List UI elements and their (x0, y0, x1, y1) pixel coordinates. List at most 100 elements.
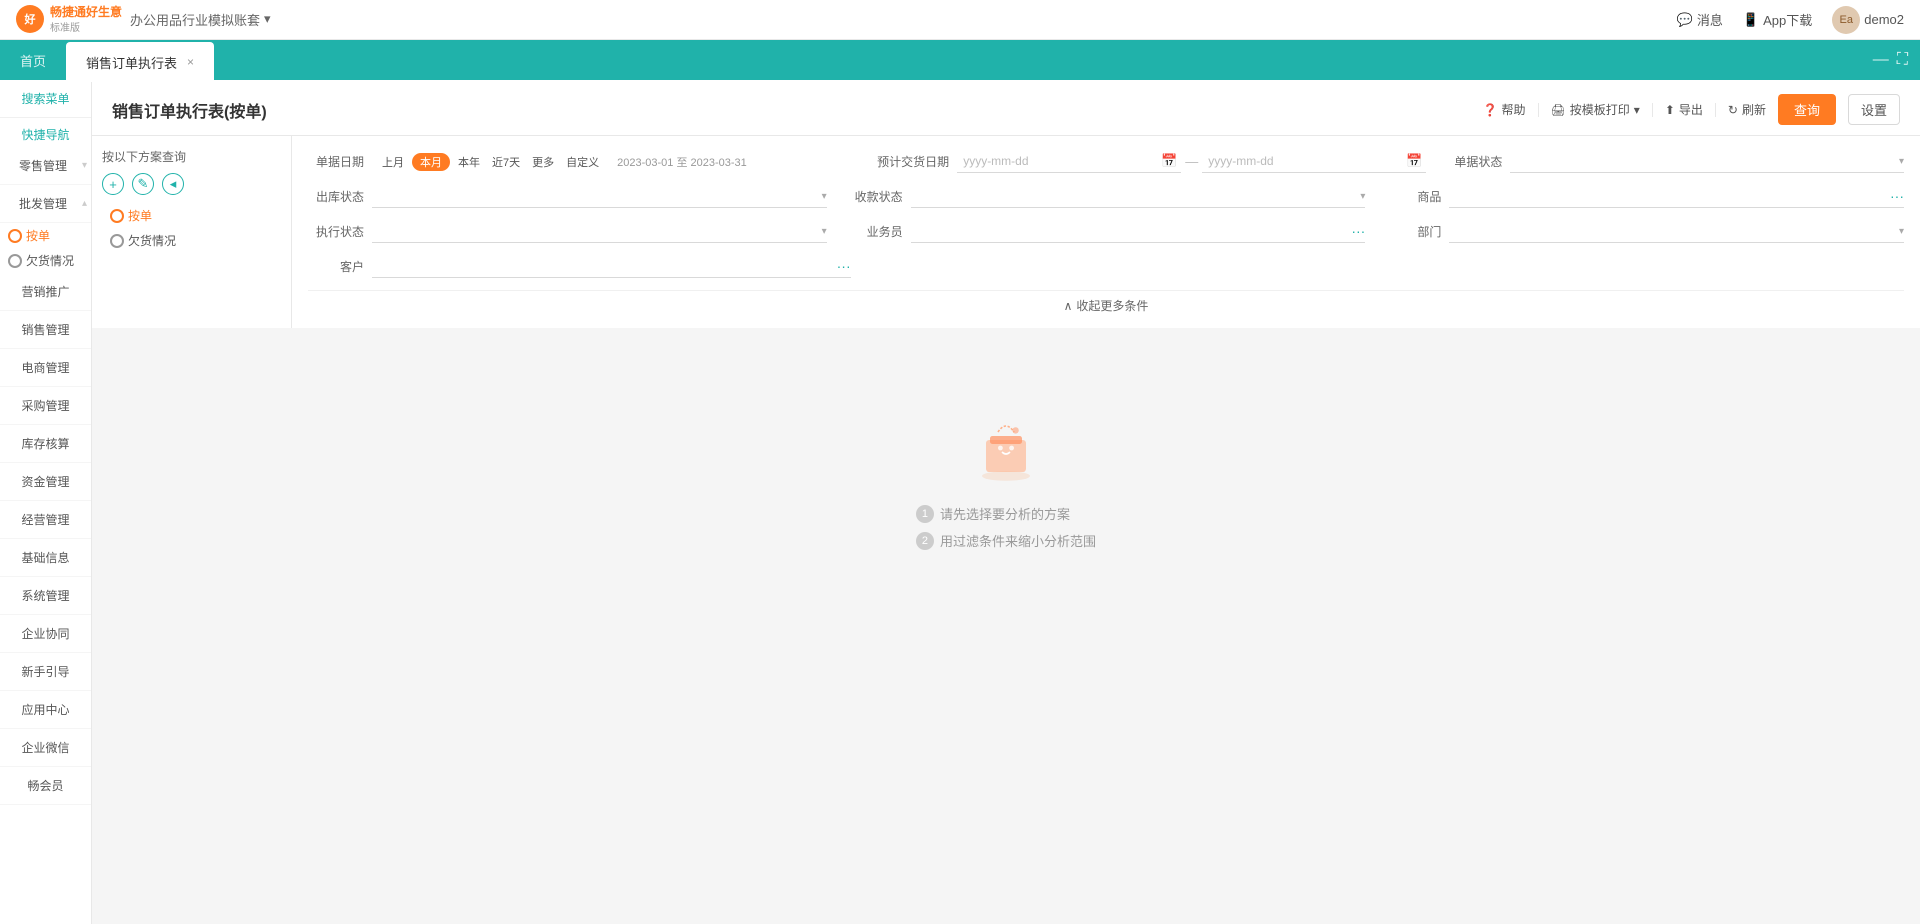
app-icon: 📱 (1743, 12, 1759, 28)
status-input[interactable] (1510, 150, 1895, 172)
outstock-input[interactable] (372, 185, 818, 207)
goods-more-icon[interactable]: ··· (1890, 188, 1904, 204)
customer-more-icon[interactable]: ··· (837, 258, 851, 274)
sidebar-item-marketing[interactable]: 营销推广 (0, 273, 91, 311)
date-btn-more[interactable]: 更多 (528, 153, 558, 171)
outstock-label: 出库状态 (308, 188, 364, 205)
logo-text-area: 畅捷通好生意 标准版 (50, 5, 122, 34)
dept-label: 部门 (1385, 223, 1441, 240)
tab-bar: 首页 销售订单执行表 × — ⛶ (0, 40, 1920, 80)
collect-input-wrap: ▾ (911, 185, 1366, 208)
account-label: 办公用品行业模拟账套 (130, 10, 260, 29)
scheme-order-item[interactable]: 按单 (102, 203, 281, 228)
staff-input[interactable] (911, 220, 1352, 242)
tab-active[interactable]: 销售订单执行表 × (66, 42, 214, 82)
tab-close-icon[interactable]: × (187, 55, 194, 69)
user-label: demo2 (1864, 12, 1904, 27)
help-btn[interactable]: ❓ 帮助 (1483, 101, 1526, 118)
calendar-end-icon[interactable]: 📅 (1402, 153, 1426, 169)
shortage-icon (8, 254, 22, 268)
sidebar-item-inventory[interactable]: 库存核算 (0, 425, 91, 463)
sidebar-search[interactable]: 搜索菜单 (0, 80, 91, 118)
sidebar-sub-order[interactable]: 按单 (0, 223, 91, 248)
sidebar-item-retail[interactable]: 零售管理 ▾ (0, 147, 91, 185)
sidebar-item-wechat[interactable]: 企业微信 (0, 729, 91, 767)
date-btn-thismonth[interactable]: 本月 (412, 153, 450, 171)
filter-field-exec: 执行状态 ▾ (308, 220, 827, 243)
sidebar-item-basic[interactable]: 基础信息 (0, 539, 91, 577)
sidebar-item-ecommerce[interactable]: 电商管理 (0, 349, 91, 387)
sidebar-item-finance[interactable]: 资金管理 (0, 463, 91, 501)
date-btn-7days[interactable]: 近7天 (488, 153, 524, 171)
print-icon: 🖨 (1551, 103, 1566, 117)
top-bar-left: 好 畅捷通好生意 标准版 办公用品行业模拟账套 ▾ (16, 5, 271, 34)
calendar-start-icon[interactable]: 📅 (1157, 153, 1181, 169)
app-download-btn[interactable]: 📱 App下载 (1743, 10, 1812, 29)
exec-dropdown-icon[interactable]: ▾ (822, 226, 827, 237)
add-scheme-btn[interactable]: + (102, 173, 124, 195)
sidebar-item-guide[interactable]: 新手引导 (0, 653, 91, 691)
sidebar-item-wholesale[interactable]: 批发管理 ▴ (0, 185, 91, 223)
sidebar-item-operations[interactable]: 经营管理 (0, 501, 91, 539)
sidebar-item-member[interactable]: 畅会员 (0, 767, 91, 805)
sidebar-search-label[interactable]: 搜索菜单 (8, 90, 83, 107)
export-label: 导出 (1679, 101, 1703, 118)
account-dropdown[interactable]: 办公用品行业模拟账套 ▾ (130, 10, 271, 29)
sidebar-sub-shortage[interactable]: 欠货情况 (0, 248, 91, 273)
date-label: 单据日期 (308, 153, 364, 170)
status-dropdown-icon[interactable]: ▾ (1899, 156, 1904, 167)
date-btn-custom[interactable]: 自定义 (562, 153, 603, 171)
exec-input[interactable] (372, 220, 818, 242)
dept-input[interactable] (1449, 220, 1895, 242)
dept-dropdown-icon[interactable]: ▾ (1899, 226, 1904, 237)
logo-icon: 好 (16, 5, 44, 33)
date-btn-thisyear[interactable]: 本年 (454, 153, 484, 171)
outstock-dropdown-icon[interactable]: ▾ (822, 191, 827, 202)
print-btn[interactable]: 🖨 按模板打印 ▾ (1551, 101, 1640, 118)
refresh-btn[interactable]: ↻ 刷新 (1728, 101, 1766, 118)
query-btn[interactable]: 查询 (1778, 94, 1836, 125)
logo-sub: 标准版 (50, 19, 122, 34)
date-end-input[interactable] (1202, 150, 1402, 172)
content-area: 销售订单执行表(按单) ❓ 帮助 🖨 按模板打印 ▾ ⬆ 导出 (92, 80, 1920, 924)
sidebar-item-sales[interactable]: 销售管理 (0, 311, 91, 349)
print-dropdown-icon: ▾ (1634, 103, 1640, 117)
sidebar-item-apps[interactable]: 应用中心 (0, 691, 91, 729)
sidebar-item-guide-label: 新手引导 (4, 663, 87, 680)
date-start-input[interactable] (957, 150, 1157, 172)
scheme-shortage-icon (110, 234, 124, 248)
date-btn-lastmonth[interactable]: 上月 (378, 153, 408, 171)
staff-more-icon[interactable]: ··· (1351, 223, 1365, 239)
sidebar-item-system[interactable]: 系统管理 (0, 577, 91, 615)
sidebar-item-marketing-label: 营销推广 (4, 283, 87, 300)
minimize-btn[interactable]: — (1873, 51, 1889, 69)
settings-btn[interactable]: 设置 (1848, 94, 1900, 125)
fullscreen-btn[interactable]: ⛶ (1897, 51, 1908, 69)
divider-3 (1715, 103, 1716, 117)
sidebar-nav-label[interactable]: 快捷导航 (0, 118, 91, 147)
collect-input[interactable] (911, 185, 1357, 207)
sidebar-item-collab[interactable]: 企业协同 (0, 615, 91, 653)
export-btn[interactable]: ⬆ 导出 (1665, 101, 1703, 118)
scheme-shortage-label: 欠货情况 (128, 232, 176, 249)
sidebar-item-purchase[interactable]: 采购管理 (0, 387, 91, 425)
scheme-shortage-item[interactable]: 欠货情况 (102, 228, 281, 253)
filter-inner: 按以下方案查询 + ✎ ◂ 按单 欠货情况 (92, 136, 1920, 328)
collapse-scheme-btn[interactable]: ◂ (162, 173, 184, 195)
status-label: 单据状态 (1446, 153, 1502, 170)
message-btn[interactable]: 💬 消息 (1677, 10, 1723, 29)
collect-dropdown-icon[interactable]: ▾ (1360, 191, 1365, 202)
customer-input[interactable] (372, 255, 837, 277)
tab-home[interactable]: 首页 (0, 40, 66, 80)
sidebar-item-finance-label: 资金管理 (4, 473, 87, 490)
user-area[interactable]: Ea demo2 (1832, 6, 1904, 34)
customer-label: 客户 (308, 258, 364, 275)
goods-input-wrap: ··· (1449, 185, 1904, 208)
sidebar-sub-order-label: 按单 (26, 227, 50, 244)
goods-input[interactable] (1449, 185, 1890, 207)
collapse-bar[interactable]: ∧ 收起更多条件 (308, 290, 1904, 320)
expected-date-label: 预计交货日期 (877, 153, 949, 170)
edit-scheme-btn[interactable]: ✎ (132, 173, 154, 195)
sidebar-item-sales-label: 销售管理 (4, 321, 87, 338)
sidebar-item-retail-label: 零售管理 (4, 157, 82, 174)
